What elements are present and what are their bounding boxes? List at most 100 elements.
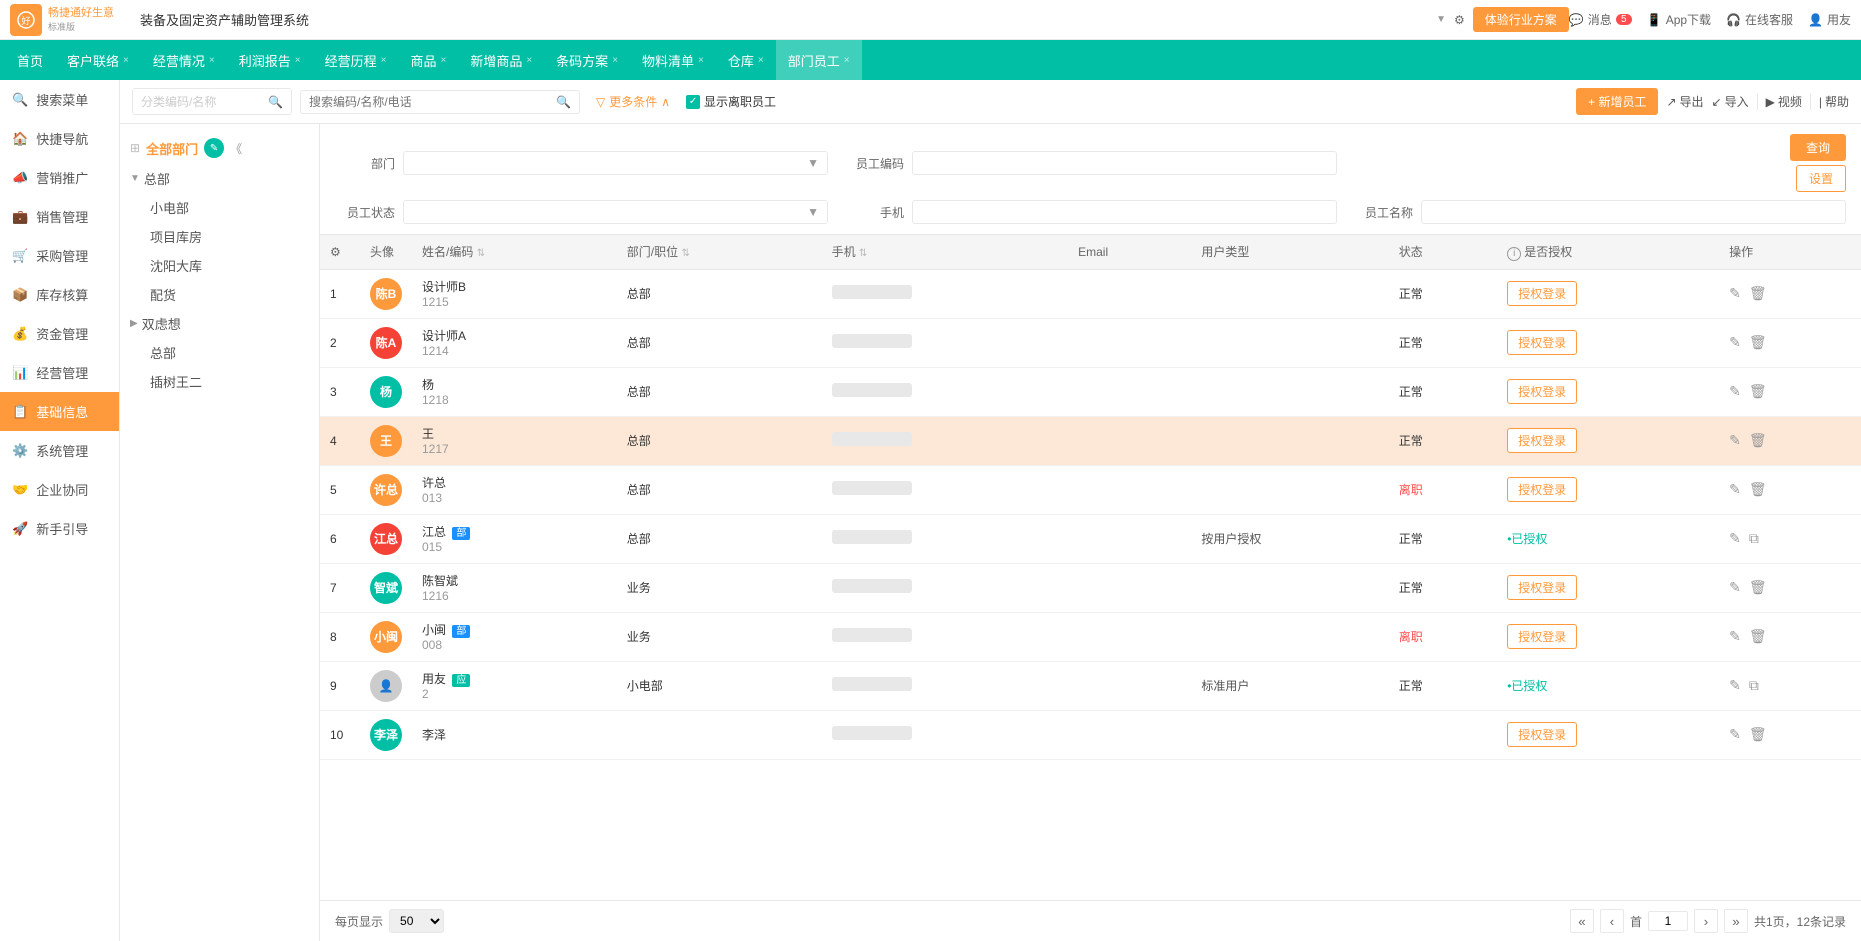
delete-icon[interactable]: 🗑 xyxy=(1749,628,1767,645)
status-filter-select[interactable]: ▼ xyxy=(403,200,828,224)
close-icon[interactable]: × xyxy=(381,55,387,66)
help-button[interactable]: | 帮助 xyxy=(1819,93,1849,110)
collapse-button[interactable]: 《 xyxy=(230,140,242,157)
sidebar-item-system[interactable]: ⚙️ 系统管理 xyxy=(0,431,119,470)
prev-page-button[interactable]: ‹ xyxy=(1600,909,1624,933)
tree-item-project[interactable]: 项目库房 xyxy=(120,222,319,251)
close-icon[interactable]: × xyxy=(123,55,129,66)
delete-icon[interactable]: 🗑 xyxy=(1749,285,1767,302)
auth-button[interactable]: 授权登录 xyxy=(1507,428,1577,453)
close-icon[interactable]: × xyxy=(440,55,446,66)
close-icon[interactable]: × xyxy=(844,55,850,66)
show-resign-toggle[interactable]: ✓ 显示离职员工 xyxy=(686,93,776,110)
sidebar-item-basic[interactable]: 📋 基础信息 xyxy=(0,392,119,431)
employee-name-input[interactable] xyxy=(1421,200,1846,224)
sidebar-item-operations[interactable]: 📊 经营管理 xyxy=(0,353,119,392)
tab-barcode[interactable]: 条码方案 × xyxy=(544,40,630,80)
edit-icon[interactable]: ✎ xyxy=(1729,432,1741,449)
phone-input[interactable] xyxy=(912,200,1337,224)
close-icon[interactable]: × xyxy=(698,55,704,66)
edit-icon[interactable]: ✎ xyxy=(1729,383,1741,400)
user-button[interactable]: 👤 用友 xyxy=(1808,11,1851,28)
classify-search-icon[interactable]: 🔍 xyxy=(268,95,283,109)
close-icon[interactable]: × xyxy=(209,55,215,66)
online-service-button[interactable]: 🎧 在线客服 xyxy=(1726,11,1793,28)
sidebar-item-inventory[interactable]: 📦 库存核算 xyxy=(0,275,119,314)
auth-button[interactable]: 授权登录 xyxy=(1507,379,1577,404)
delete-icon[interactable]: 🗑 xyxy=(1749,334,1767,351)
tab-operation[interactable]: 经营情况 × xyxy=(141,40,227,80)
close-icon[interactable]: × xyxy=(295,55,301,66)
auth-button[interactable]: 授权登录 xyxy=(1507,624,1577,649)
sidebar-item-finance[interactable]: 💰 资金管理 xyxy=(0,314,119,353)
edit-icon[interactable]: ✎ xyxy=(1729,285,1741,302)
more-filter-button[interactable]: ▽ 更多条件 ∧ xyxy=(588,89,678,114)
edit-icon[interactable]: ✎ xyxy=(1729,481,1741,498)
tab-customer[interactable]: 客户联络 × xyxy=(55,40,141,80)
name-col-header[interactable]: 姓名/编码 ⇅ xyxy=(412,235,617,269)
search-submit-icon[interactable]: 🔍 xyxy=(556,95,571,109)
tree-item-xiaodian[interactable]: 小电部 xyxy=(120,193,319,222)
next-page-button[interactable]: › xyxy=(1694,909,1718,933)
sidebar-item-coop[interactable]: 🤝 企业协同 xyxy=(0,470,119,509)
page-size-select[interactable]: 50 100 xyxy=(389,909,444,933)
copy-icon[interactable]: ⧉ xyxy=(1749,677,1759,694)
auth-button[interactable]: 授权登录 xyxy=(1507,575,1577,600)
system-dropdown-icon[interactable]: ▼ xyxy=(1436,14,1446,25)
edit-icon[interactable]: ✎ xyxy=(1729,579,1741,596)
add-employee-button[interactable]: + 新增员工 xyxy=(1576,88,1658,115)
tree-item-general[interactable]: ▼ 总部 xyxy=(120,164,319,193)
delete-icon[interactable]: 🗑 xyxy=(1749,481,1767,498)
sidebar-item-marketing[interactable]: 📣 营销推广 xyxy=(0,158,119,197)
edit-icon[interactable]: ✎ xyxy=(1729,677,1741,694)
last-page-button[interactable]: » xyxy=(1724,909,1748,933)
edit-icon[interactable]: ✎ xyxy=(1729,334,1741,351)
all-dept-label[interactable]: 全部部门 xyxy=(146,139,198,158)
edit-icon[interactable]: ✎ xyxy=(1729,530,1741,547)
close-icon[interactable]: × xyxy=(526,55,532,66)
tree-item-zongbu[interactable]: 总部 xyxy=(120,338,319,367)
sidebar-item-shortcut[interactable]: 🏠 快捷导航 xyxy=(0,119,119,158)
import-button[interactable]: ↙ 导入 xyxy=(1712,93,1749,110)
sidebar-item-sales[interactable]: 💼 销售管理 xyxy=(0,197,119,236)
edit-icon[interactable]: ✎ xyxy=(1729,726,1741,743)
delete-icon[interactable]: 🗑 xyxy=(1749,383,1767,400)
employee-code-input[interactable] xyxy=(912,151,1337,175)
export-button[interactable]: ↗ 导出 xyxy=(1666,93,1703,110)
sidebar-item-guide[interactable]: 🚀 新手引导 xyxy=(0,509,119,548)
close-icon[interactable]: × xyxy=(612,55,618,66)
search-input[interactable] xyxy=(309,95,556,109)
tree-item-shenyang[interactable]: 沈阳大库 xyxy=(120,251,319,280)
delete-icon[interactable]: 🗑 xyxy=(1749,579,1767,596)
delete-icon[interactable]: 🗑 xyxy=(1749,726,1767,743)
settings-col-header[interactable]: ⚙ xyxy=(320,235,360,269)
tab-dept-employee[interactable]: 部门员工 × xyxy=(776,40,862,80)
copy-icon[interactable]: ⧉ xyxy=(1749,530,1759,547)
close-icon[interactable]: × xyxy=(758,55,764,66)
page-input[interactable] xyxy=(1648,911,1688,931)
auth-button[interactable]: 授权登录 xyxy=(1507,330,1577,355)
tab-journey[interactable]: 经营历程 × xyxy=(313,40,399,80)
auth-button[interactable]: 授权登录 xyxy=(1507,281,1577,306)
tree-item-distribution[interactable]: 配货 xyxy=(120,280,319,309)
info-icon[interactable]: i xyxy=(1507,247,1521,261)
tab-bom[interactable]: 物料清单 × xyxy=(630,40,716,80)
tab-warehouse[interactable]: 仓库 × xyxy=(716,40,776,80)
set-button[interactable]: 设置 xyxy=(1796,165,1846,192)
gear-icon[interactable]: ⚙ xyxy=(1454,13,1465,27)
experience-button[interactable]: 体验行业方案 xyxy=(1473,7,1569,32)
sidebar-item-purchase[interactable]: 🛒 采购管理 xyxy=(0,236,119,275)
tab-profit[interactable]: 利润报告 × xyxy=(227,40,313,80)
tree-item-chashuwang[interactable]: 插树王二 xyxy=(120,367,319,396)
edit-icon[interactable]: ✎ xyxy=(1729,628,1741,645)
add-dept-button[interactable]: ✎ xyxy=(204,138,224,158)
tab-home[interactable]: 首页 xyxy=(5,40,55,80)
sidebar-item-search[interactable]: 🔍 搜索菜单 xyxy=(0,80,119,119)
tab-add-goods[interactable]: 新增商品 × xyxy=(458,40,544,80)
classify-search[interactable]: 分类编码/名称 🔍 xyxy=(132,88,292,115)
video-button[interactable]: ▶ 视频 xyxy=(1766,93,1802,110)
message-button[interactable]: 💬 消息 5 xyxy=(1569,11,1632,28)
delete-icon[interactable]: 🗑 xyxy=(1749,432,1767,449)
auth-button[interactable]: 授权登录 xyxy=(1507,722,1577,747)
dept-filter-select[interactable]: ▼ xyxy=(403,151,828,175)
